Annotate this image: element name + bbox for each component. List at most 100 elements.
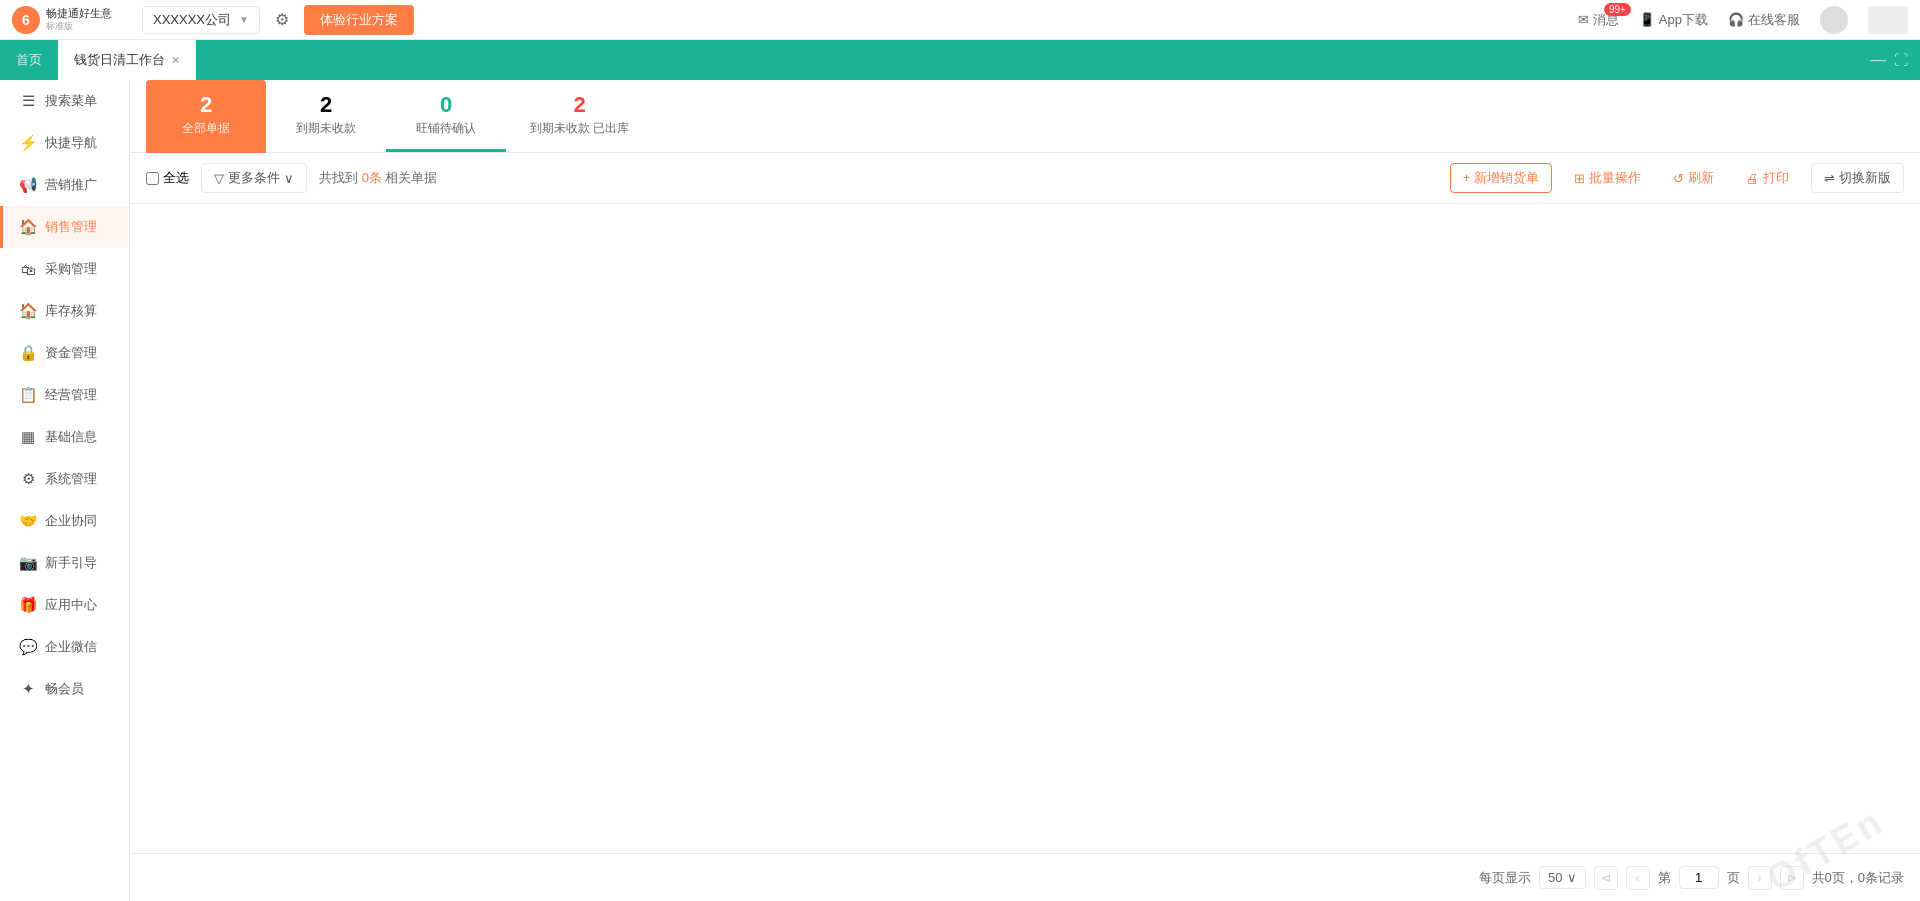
- switch-version-button[interactable]: ⇌ 切换新版: [1811, 163, 1904, 193]
- stat-tab-overdue[interactable]: 2 到期未收款: [266, 80, 386, 152]
- online-service-label: 在线客服: [1748, 11, 1800, 29]
- filter-button[interactable]: ▽ 更多条件 ∨: [201, 163, 307, 193]
- page-size-value: 50: [1548, 870, 1562, 885]
- sidebar-item-sales[interactable]: 🏠 销售管理: [0, 206, 129, 248]
- tab-home[interactable]: 首页: [0, 40, 58, 80]
- guide-icon: 📷: [19, 554, 37, 572]
- page-last-btn[interactable]: ⊳: [1780, 866, 1804, 890]
- stat-tab-overdue-out[interactable]: 2 到期未收款 已出库: [506, 80, 653, 152]
- page-label: 第: [1658, 869, 1671, 887]
- sidebar-item-inventory[interactable]: 🏠 库存核算: [0, 290, 129, 332]
- sidebar-item-finance[interactable]: 🔒 资金管理: [0, 332, 129, 374]
- sidebar-item-purchase[interactable]: 🛍 采购管理: [0, 248, 129, 290]
- search-menu-icon: ☰: [19, 92, 37, 110]
- settings-icon[interactable]: ⚙: [268, 6, 296, 34]
- user-avatar[interactable]: [1820, 6, 1848, 34]
- sidebar-item-member-label: 畅会员: [45, 680, 84, 698]
- batch-operation-button[interactable]: ⊞ 批量操作: [1564, 164, 1651, 192]
- switch-icon: ⇌: [1824, 171, 1835, 186]
- message-item[interactable]: ✉ 消息 99+: [1578, 11, 1619, 29]
- stat-tab-wang[interactable]: 0 旺铺待确认: [386, 80, 506, 152]
- print-button[interactable]: 🖨 打印: [1736, 164, 1799, 192]
- tab-work-bench-label: 钱货日清工作台: [74, 51, 165, 69]
- tab-close-icon[interactable]: ✕: [171, 54, 180, 67]
- sidebar-item-wechat[interactable]: 💬 企业微信: [0, 626, 129, 668]
- found-suffix: 相关单据: [385, 170, 437, 185]
- app-download-item[interactable]: 📱 App下载: [1639, 11, 1708, 29]
- page-size-select[interactable]: 50 ∨: [1539, 866, 1585, 889]
- online-service-item[interactable]: 🎧 在线客服: [1728, 11, 1800, 29]
- select-all-checkbox[interactable]: 全选: [146, 169, 189, 187]
- company-selector[interactable]: XXXXXX公司 ▼: [142, 6, 260, 34]
- service-icon: 🎧: [1728, 12, 1744, 27]
- sidebar-item-enterprise[interactable]: 🤝 企业协同: [0, 500, 129, 542]
- filter-icon: ▽: [214, 171, 224, 186]
- content-area: 2 全部单据 2 到期未收款 0 旺铺待确认 2 到期未收款 已出库 全选: [130, 80, 1920, 901]
- switch-label: 切换新版: [1839, 169, 1891, 187]
- print-label: 打印: [1763, 169, 1789, 187]
- trial-button[interactable]: 体验行业方案: [304, 5, 414, 35]
- sidebar-item-basic[interactable]: ▦ 基础信息: [0, 416, 129, 458]
- page-next-btn[interactable]: ›: [1748, 866, 1772, 890]
- sidebar-item-member[interactable]: ✦ 畅会员: [0, 668, 129, 710]
- sidebar-item-wechat-label: 企业微信: [45, 638, 97, 656]
- found-text: 共找到 0条 相关单据: [319, 169, 437, 187]
- page-input[interactable]: [1679, 866, 1719, 889]
- refresh-button[interactable]: ↺ 刷新: [1663, 164, 1724, 192]
- download-icon: 📱: [1639, 12, 1655, 27]
- enterprise-icon: 🤝: [19, 512, 37, 530]
- stat-num-overdue-out: 2: [530, 92, 629, 118]
- member-icon: ✦: [19, 680, 37, 698]
- sidebar-item-search-label: 搜索菜单: [45, 92, 97, 110]
- pagination-bar: 每页显示 50 ∨ ⊲ ‹ 第 页 › ⊳ 共0页，0条记录: [130, 853, 1920, 901]
- tab-work-bench[interactable]: 钱货日清工作台 ✕: [58, 40, 196, 80]
- stat-num-wang: 0: [410, 92, 482, 118]
- toolbar: 全选 ▽ 更多条件 ∨ 共找到 0条 相关单据 + 新增销货单 ⊞ 批量操作: [130, 153, 1920, 204]
- nav-icon: ⚡: [19, 134, 37, 152]
- company-name: XXXXXX公司: [153, 11, 231, 29]
- table-area: [130, 204, 1920, 853]
- finance-icon: 🔒: [19, 344, 37, 362]
- stat-tab-all[interactable]: 2 全部单据: [146, 80, 266, 153]
- inventory-icon: 🏠: [19, 302, 37, 320]
- select-all-label: 全选: [163, 169, 189, 187]
- sidebar-item-purchase-label: 采购管理: [45, 260, 97, 278]
- wechat-icon: 💬: [19, 638, 37, 656]
- message-icon: ✉: [1578, 12, 1589, 27]
- sidebar-item-nav[interactable]: ⚡ 快捷导航: [0, 122, 129, 164]
- sidebar-item-operation-label: 经营管理: [45, 386, 97, 404]
- sales-icon: 🏠: [19, 218, 37, 236]
- page-prev-btn[interactable]: ‹: [1626, 866, 1650, 890]
- sidebar-item-guide[interactable]: 📷 新手引导: [0, 542, 129, 584]
- system-icon: ⚙: [19, 470, 37, 488]
- refresh-icon: ↺: [1673, 171, 1684, 186]
- logo-area: 6 畅捷通好生意 标准版: [12, 6, 142, 34]
- message-badge: 99+: [1604, 3, 1631, 16]
- filter-arrow-icon: ∨: [284, 171, 294, 186]
- header-right: ✉ 消息 99+ 📱 App下载 🎧 在线客服: [1578, 6, 1908, 34]
- sidebar-item-app-center[interactable]: 🎁 应用中心: [0, 584, 129, 626]
- select-all-input[interactable]: [146, 172, 159, 185]
- add-sale-button[interactable]: + 新增销货单: [1450, 163, 1552, 193]
- tab-bar-actions: — ⛶: [1858, 51, 1920, 69]
- app-download-label: App下载: [1659, 11, 1708, 29]
- tab-maximize-icon[interactable]: ⛶: [1894, 52, 1908, 68]
- user-name-area[interactable]: [1868, 6, 1908, 34]
- page-first-btn[interactable]: ⊲: [1594, 866, 1618, 890]
- app-center-icon: 🎁: [19, 596, 37, 614]
- sidebar-item-guide-label: 新手引导: [45, 554, 97, 572]
- sidebar-item-marketing[interactable]: 📢 营销推广: [0, 164, 129, 206]
- tab-minimize-icon[interactable]: —: [1870, 51, 1886, 69]
- sidebar-item-system[interactable]: ⚙ 系统管理: [0, 458, 129, 500]
- sidebar-item-operation[interactable]: 📋 经营管理: [0, 374, 129, 416]
- sidebar-item-system-label: 系统管理: [45, 470, 97, 488]
- batch-icon: ⊞: [1574, 171, 1585, 186]
- sidebar-item-enterprise-label: 企业协同: [45, 512, 97, 530]
- tab-bar: 首页 钱货日清工作台 ✕ — ⛶: [0, 40, 1920, 80]
- page-end-label: 页: [1727, 869, 1740, 887]
- sidebar-item-search[interactable]: ☰ 搜索菜单: [0, 80, 129, 122]
- per-page-label: 每页显示: [1479, 869, 1531, 887]
- sidebar-item-finance-label: 资金管理: [45, 344, 97, 362]
- found-count: 0条: [362, 170, 382, 185]
- sidebar-item-inventory-label: 库存核算: [45, 302, 97, 320]
